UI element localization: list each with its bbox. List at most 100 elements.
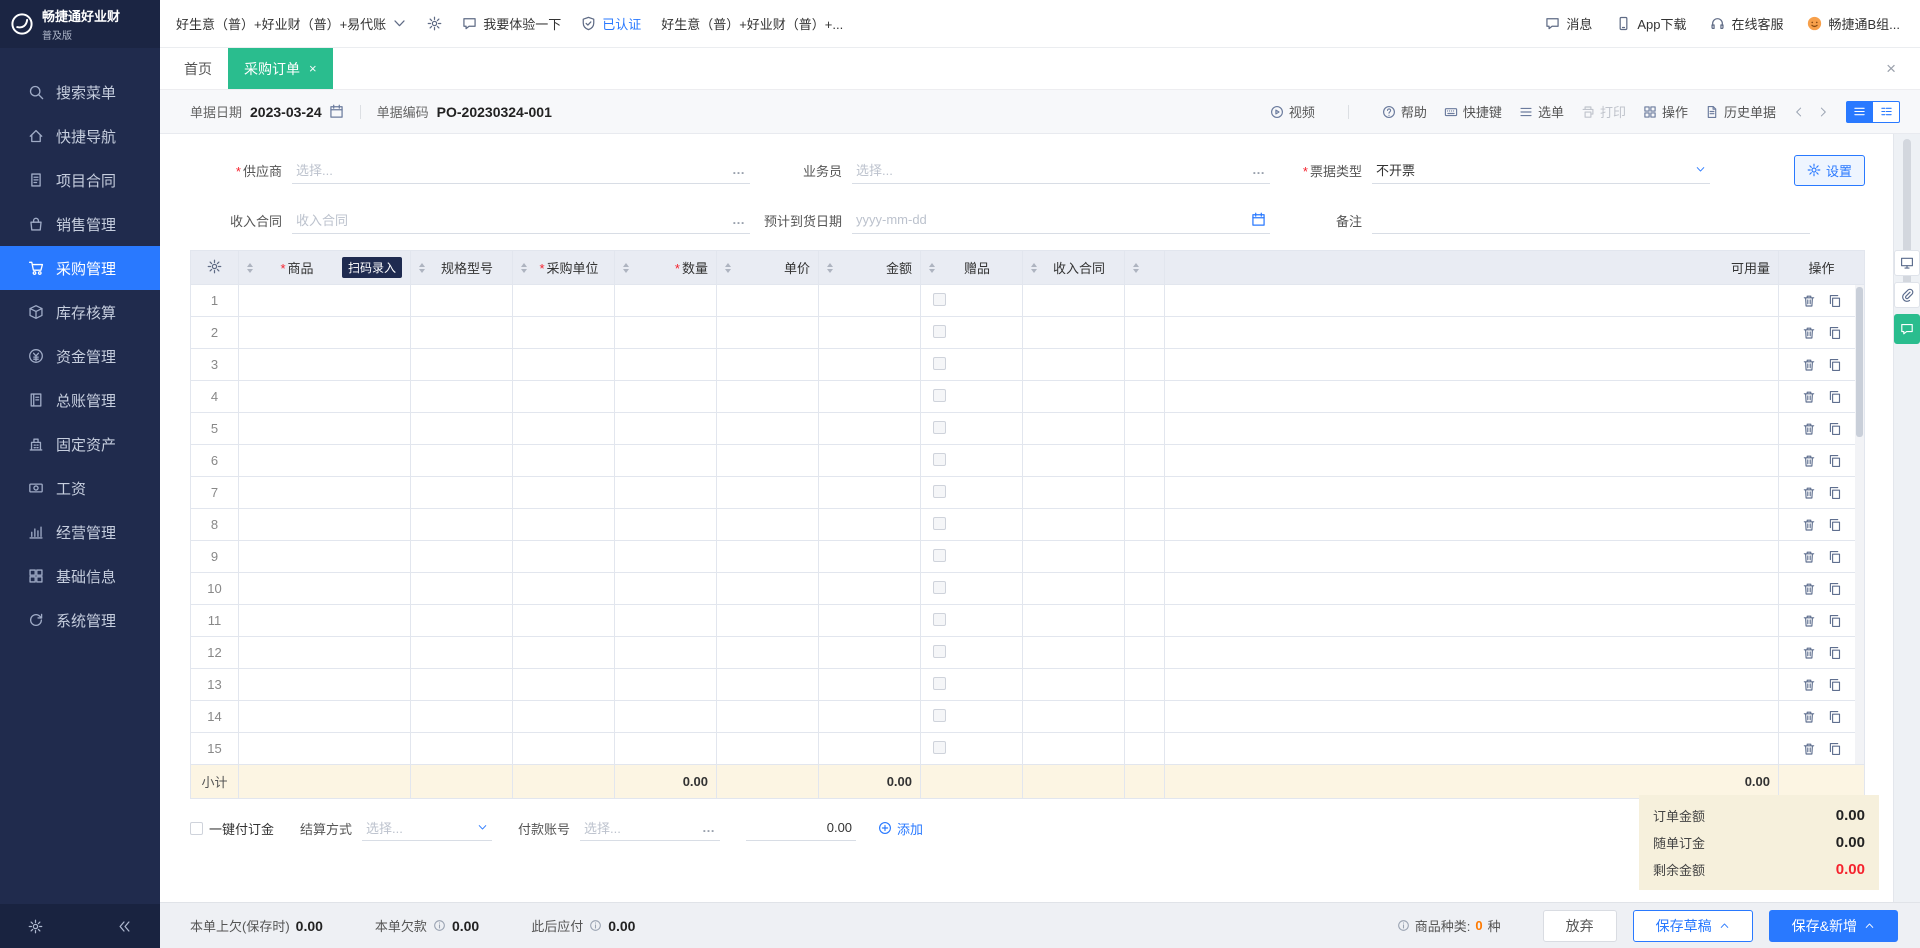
cell-spec[interactable]	[410, 444, 513, 477]
gift-checkbox[interactable]	[933, 612, 946, 626]
cell-amount[interactable]	[818, 668, 921, 701]
table-row[interactable]: 13	[190, 668, 1865, 701]
cell-qty[interactable]	[614, 444, 717, 477]
cell-contract[interactable]	[1022, 668, 1125, 701]
cell-spec[interactable]	[410, 476, 513, 509]
sort-icon[interactable]	[623, 262, 629, 273]
gift-checkbox[interactable]	[933, 388, 946, 402]
cell-product[interactable]	[238, 316, 411, 349]
cell-avail[interactable]	[1164, 508, 1779, 541]
delete-row-icon[interactable]	[1802, 518, 1816, 532]
sort-icon[interactable]	[929, 262, 935, 273]
operations-button[interactable]: 操作	[1643, 102, 1688, 121]
cell-product[interactable]	[238, 444, 411, 477]
cell-product[interactable]	[238, 700, 411, 733]
online-service-link[interactable]: 在线客服	[1710, 14, 1783, 33]
copy-row-icon[interactable]	[1828, 614, 1842, 628]
column-header-extra[interactable]	[1124, 250, 1165, 285]
sidebar-item-sales[interactable]: 销售管理	[0, 202, 160, 246]
table-row[interactable]: 12	[190, 636, 1865, 669]
cell-amount[interactable]	[818, 572, 921, 605]
add-payment-button[interactable]: 添加	[878, 819, 923, 838]
gift-checkbox[interactable]	[933, 292, 946, 306]
cell-avail[interactable]	[1164, 732, 1779, 765]
sidebar-item-system[interactable]: 系统管理	[0, 598, 160, 642]
cell-amount[interactable]	[818, 700, 921, 733]
deposit-amount-input[interactable]: 0.00	[746, 815, 857, 841]
cell-price[interactable]	[716, 540, 819, 573]
cell-unit[interactable]	[512, 572, 615, 605]
cell-product[interactable]	[238, 412, 411, 445]
copy-row-icon[interactable]	[1828, 326, 1842, 340]
gift-checkbox[interactable]	[933, 516, 946, 530]
sidebar-item-purchase[interactable]: 采购管理	[0, 246, 160, 290]
cell-qty[interactable]	[614, 604, 717, 637]
gift-checkbox[interactable]	[933, 644, 946, 658]
arrival-date-input[interactable]: yyyy-mm-dd	[852, 206, 1270, 234]
table-row[interactable]: 14	[190, 700, 1865, 733]
sidebar-item-operation[interactable]: 经营管理	[0, 510, 160, 554]
cell-unit[interactable]	[512, 476, 615, 509]
screen-tool-button[interactable]	[1894, 250, 1920, 276]
doc-code-value[interactable]: PO-20230324-001	[437, 104, 552, 120]
cell-price[interactable]	[716, 700, 819, 733]
cell-extra[interactable]	[1124, 572, 1165, 605]
bill-type-select[interactable]: 不开票	[1372, 156, 1710, 184]
user-menu[interactable]: 畅捷通B组...	[1807, 14, 1900, 33]
cell-spec[interactable]	[410, 508, 513, 541]
copy-row-icon[interactable]	[1828, 742, 1842, 756]
table-row[interactable]: 3	[190, 348, 1865, 381]
delete-row-icon[interactable]	[1802, 614, 1816, 628]
cell-spec[interactable]	[410, 316, 513, 349]
column-header-contract[interactable]: 收入合同	[1022, 250, 1125, 285]
copy-row-icon[interactable]	[1828, 678, 1842, 692]
cell-extra[interactable]	[1124, 604, 1165, 637]
cell-extra[interactable]	[1124, 348, 1165, 381]
cell-amount[interactable]	[818, 476, 921, 509]
cell-contract[interactable]	[1022, 444, 1125, 477]
cell-contract[interactable]	[1022, 412, 1125, 445]
cell-product[interactable]	[238, 732, 411, 765]
cell-contract[interactable]	[1022, 476, 1125, 509]
trial-link[interactable]: 我要体验一下	[462, 14, 561, 33]
cell-amount[interactable]	[818, 316, 921, 349]
cell-spec[interactable]	[410, 668, 513, 701]
cell-price[interactable]	[716, 380, 819, 413]
cell-qty[interactable]	[614, 732, 717, 765]
cell-amount[interactable]	[818, 412, 921, 445]
delete-row-icon[interactable]	[1802, 678, 1816, 692]
cell-product[interactable]	[238, 604, 411, 637]
delete-row-icon[interactable]	[1802, 358, 1816, 372]
salesman-picker-ellipsis[interactable]: …	[1252, 162, 1266, 177]
cell-avail[interactable]	[1164, 540, 1779, 573]
delete-row-icon[interactable]	[1802, 294, 1816, 308]
cell-extra[interactable]	[1124, 732, 1165, 765]
cell-avail[interactable]	[1164, 700, 1779, 733]
cell-product[interactable]	[238, 636, 411, 669]
close-all-tabs-icon[interactable]: ×	[1886, 59, 1896, 79]
settle-method-select[interactable]: 选择...	[362, 815, 493, 841]
app-download-link[interactable]: App下载	[1616, 14, 1686, 33]
cell-extra[interactable]	[1124, 412, 1165, 445]
copy-row-icon[interactable]	[1828, 550, 1842, 564]
save-draft-button[interactable]: 保存草稿	[1632, 909, 1753, 942]
delete-row-icon[interactable]	[1802, 454, 1816, 468]
cell-price[interactable]	[716, 476, 819, 509]
table-scrollbar-thumb[interactable]	[1856, 287, 1863, 437]
salesman-input[interactable]: 选择... …	[852, 156, 1270, 184]
cell-contract[interactable]	[1022, 284, 1125, 317]
cell-avail[interactable]	[1164, 604, 1779, 637]
cell-extra[interactable]	[1124, 636, 1165, 669]
cell-unit[interactable]	[512, 732, 615, 765]
table-settings-icon[interactable]	[207, 259, 222, 274]
cell-amount[interactable]	[818, 444, 921, 477]
column-header-gift[interactable]: 赠品	[920, 250, 1023, 285]
cell-qty[interactable]	[614, 700, 717, 733]
cell-amount[interactable]	[818, 540, 921, 573]
cell-unit[interactable]	[512, 316, 615, 349]
table-row[interactable]: 8	[190, 508, 1865, 541]
delete-row-icon[interactable]	[1802, 550, 1816, 564]
doc-date-value[interactable]: 2023-03-24	[250, 104, 322, 120]
table-row[interactable]: 10	[190, 572, 1865, 605]
sidebar-item-baseinfo[interactable]: 基础信息	[0, 554, 160, 598]
